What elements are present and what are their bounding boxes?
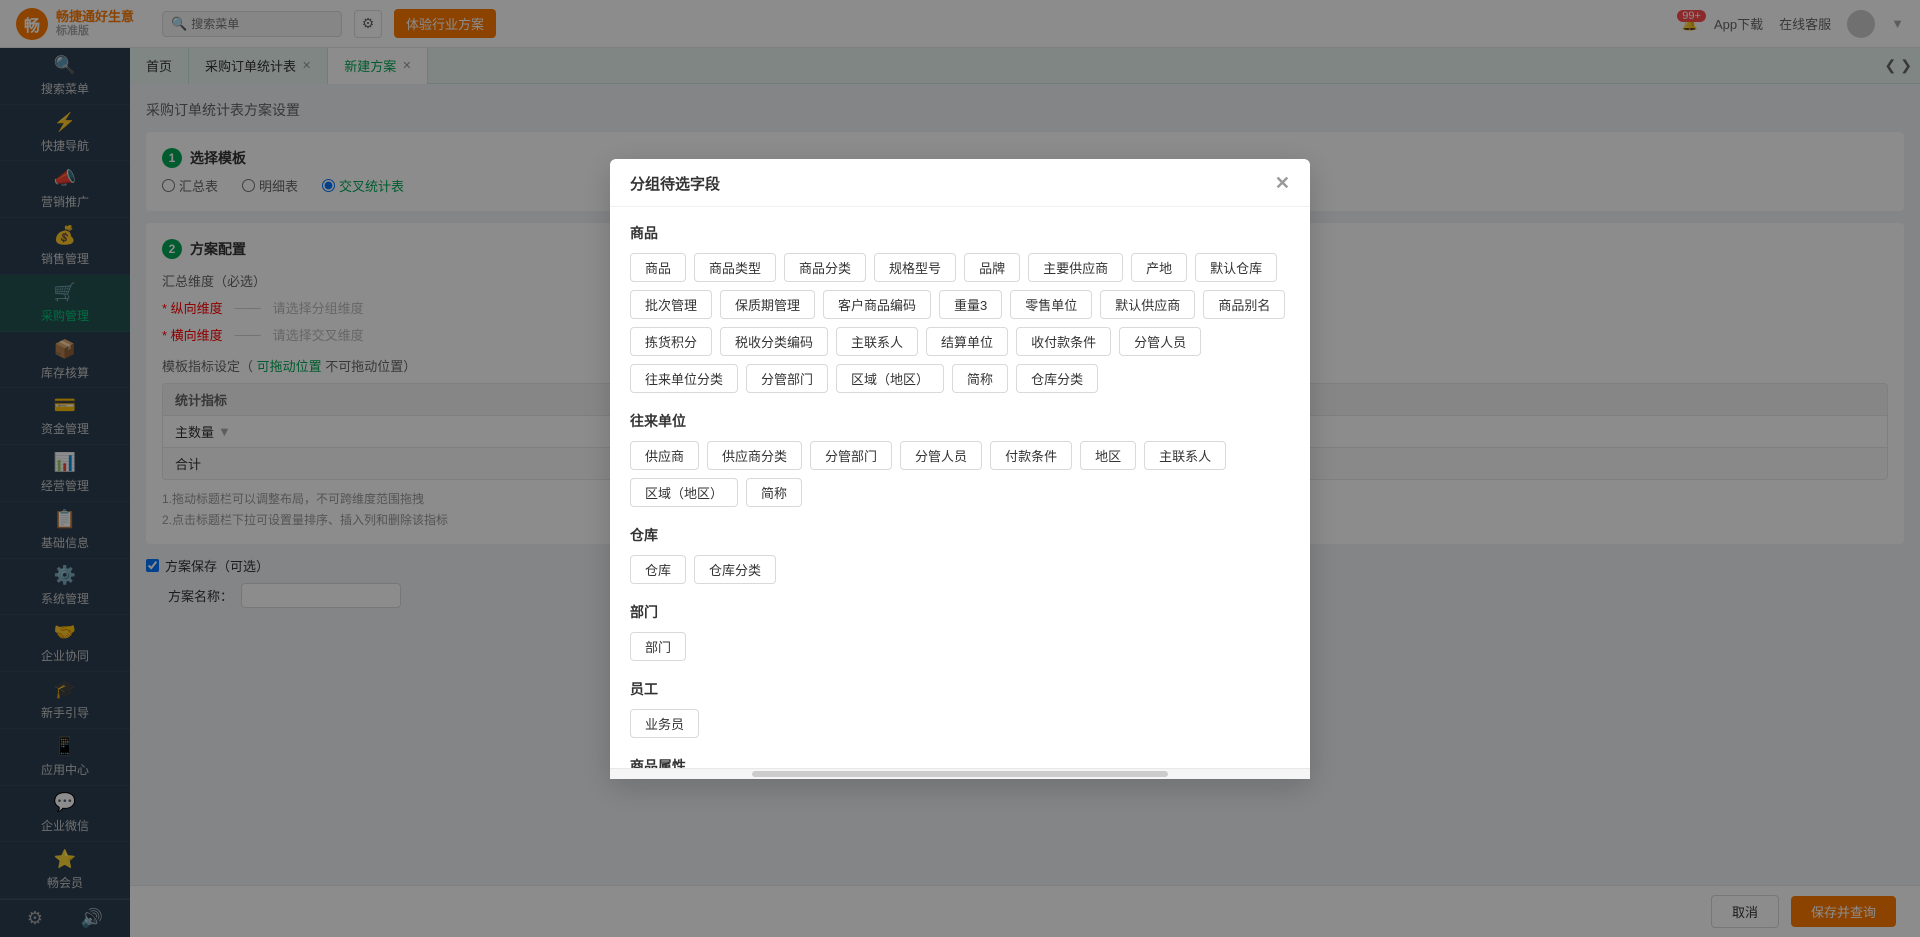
field-tag-0-1[interactable]: 商品类型 (694, 253, 776, 282)
field-tag-0-9[interactable]: 保质期管理 (720, 290, 815, 319)
dialog-section-1: 往来单位供应商供应商分类分管部门分管人员付款条件地区主联系人区域（地区） 简称 (630, 411, 1290, 507)
dialog-section-title-4: 员工 (630, 679, 1290, 699)
field-tag-0-16[interactable]: 税收分类编码 (720, 327, 828, 356)
field-tag-0-11[interactable]: 重量3 (939, 290, 1002, 319)
dialog-section-title-0: 商品 (630, 223, 1290, 243)
field-tag-0-7[interactable]: 默认仓库 (1195, 253, 1277, 282)
field-tag-0-20[interactable]: 分管人员 (1119, 327, 1201, 356)
dialog-field-grid-3: 部门 (630, 632, 1290, 661)
field-tag-1-2[interactable]: 分管部门 (810, 441, 892, 470)
dialog-section-title-1: 往来单位 (630, 411, 1290, 431)
field-tag-1-6[interactable]: 主联系人 (1144, 441, 1226, 470)
dialog-section-2: 仓库仓库仓库分类 (630, 525, 1290, 584)
dialog-section-4: 员工业务员 (630, 679, 1290, 738)
dialog-section-3: 部门部门 (630, 602, 1290, 661)
field-tag-0-24[interactable]: 简称 (952, 364, 1008, 393)
dialog-section-5: 商品属性属性颜色多规格尺码鞋码1 (630, 756, 1290, 768)
dialog-field-grid-0: 商品商品类型商品分类规格型号品牌主要供应商产地默认仓库批次管理保质期管理客户商品… (630, 253, 1290, 393)
field-tag-1-7[interactable]: 区域（地区） (630, 478, 738, 507)
field-tag-1-1[interactable]: 供应商分类 (707, 441, 802, 470)
field-tag-2-0[interactable]: 仓库 (630, 555, 686, 584)
dialog-section-title-5: 商品属性 (630, 756, 1290, 768)
field-tag-3-0[interactable]: 部门 (630, 632, 686, 661)
field-tag-0-0[interactable]: 商品 (630, 253, 686, 282)
modal-overlay: 分组待选字段 ✕ 商品商品商品类型商品分类规格型号品牌主要供应商产地默认仓库批次… (0, 0, 1920, 937)
field-tag-0-5[interactable]: 主要供应商 (1028, 253, 1123, 282)
field-tag-0-19[interactable]: 收付款条件 (1016, 327, 1111, 356)
field-tag-0-14[interactable]: 商品别名 (1203, 290, 1285, 319)
dialog-section-0: 商品商品商品类型商品分类规格型号品牌主要供应商产地默认仓库批次管理保质期管理客户… (630, 223, 1290, 393)
field-tag-0-3[interactable]: 规格型号 (874, 253, 956, 282)
field-tag-0-4[interactable]: 品牌 (964, 253, 1020, 282)
dialog-field-grid-1: 供应商供应商分类分管部门分管人员付款条件地区主联系人区域（地区） 简称 (630, 441, 1290, 507)
field-tag-0-12[interactable]: 零售单位 (1010, 290, 1092, 319)
field-tag-0-22[interactable]: 分管部门 (746, 364, 828, 393)
dialog-field-grid-4: 业务员 (630, 709, 1290, 738)
field-tag-4-0[interactable]: 业务员 (630, 709, 699, 738)
field-tag-1-3[interactable]: 分管人员 (900, 441, 982, 470)
field-tag-0-21[interactable]: 往来单位分类 (630, 364, 738, 393)
dialog-section-title-3: 部门 (630, 602, 1290, 622)
field-tag-0-17[interactable]: 主联系人 (836, 327, 918, 356)
dialog-header: 分组待选字段 ✕ (610, 159, 1310, 207)
field-tag-0-23[interactable]: 区域（地区） (836, 364, 944, 393)
field-tag-0-18[interactable]: 结算单位 (926, 327, 1008, 356)
field-select-dialog: 分组待选字段 ✕ 商品商品商品类型商品分类规格型号品牌主要供应商产地默认仓库批次… (610, 159, 1310, 779)
field-tag-1-4[interactable]: 付款条件 (990, 441, 1072, 470)
dialog-field-grid-2: 仓库仓库分类 (630, 555, 1290, 584)
dialog-section-title-2: 仓库 (630, 525, 1290, 545)
field-tag-0-13[interactable]: 默认供应商 (1100, 290, 1195, 319)
field-tag-0-15[interactable]: 拣货积分 (630, 327, 712, 356)
dialog-close-button[interactable]: ✕ (1275, 174, 1290, 192)
field-tag-0-6[interactable]: 产地 (1131, 253, 1187, 282)
field-tag-1-8[interactable]: 简称 (746, 478, 802, 507)
field-tag-0-2[interactable]: 商品分类 (784, 253, 866, 282)
field-tag-0-10[interactable]: 客户商品编码 (823, 290, 931, 319)
field-tag-2-1[interactable]: 仓库分类 (694, 555, 776, 584)
dialog-scrollbar-track (610, 768, 1310, 779)
dialog-title: 分组待选字段 (630, 173, 720, 194)
dialog-body: 商品商品商品类型商品分类规格型号品牌主要供应商产地默认仓库批次管理保质期管理客户… (610, 207, 1310, 768)
field-tag-0-25[interactable]: 仓库分类 (1016, 364, 1098, 393)
field-tag-1-5[interactable]: 地区 (1080, 441, 1136, 470)
field-tag-1-0[interactable]: 供应商 (630, 441, 699, 470)
field-tag-0-8[interactable]: 批次管理 (630, 290, 712, 319)
dialog-scrollbar-thumb (752, 771, 1167, 777)
